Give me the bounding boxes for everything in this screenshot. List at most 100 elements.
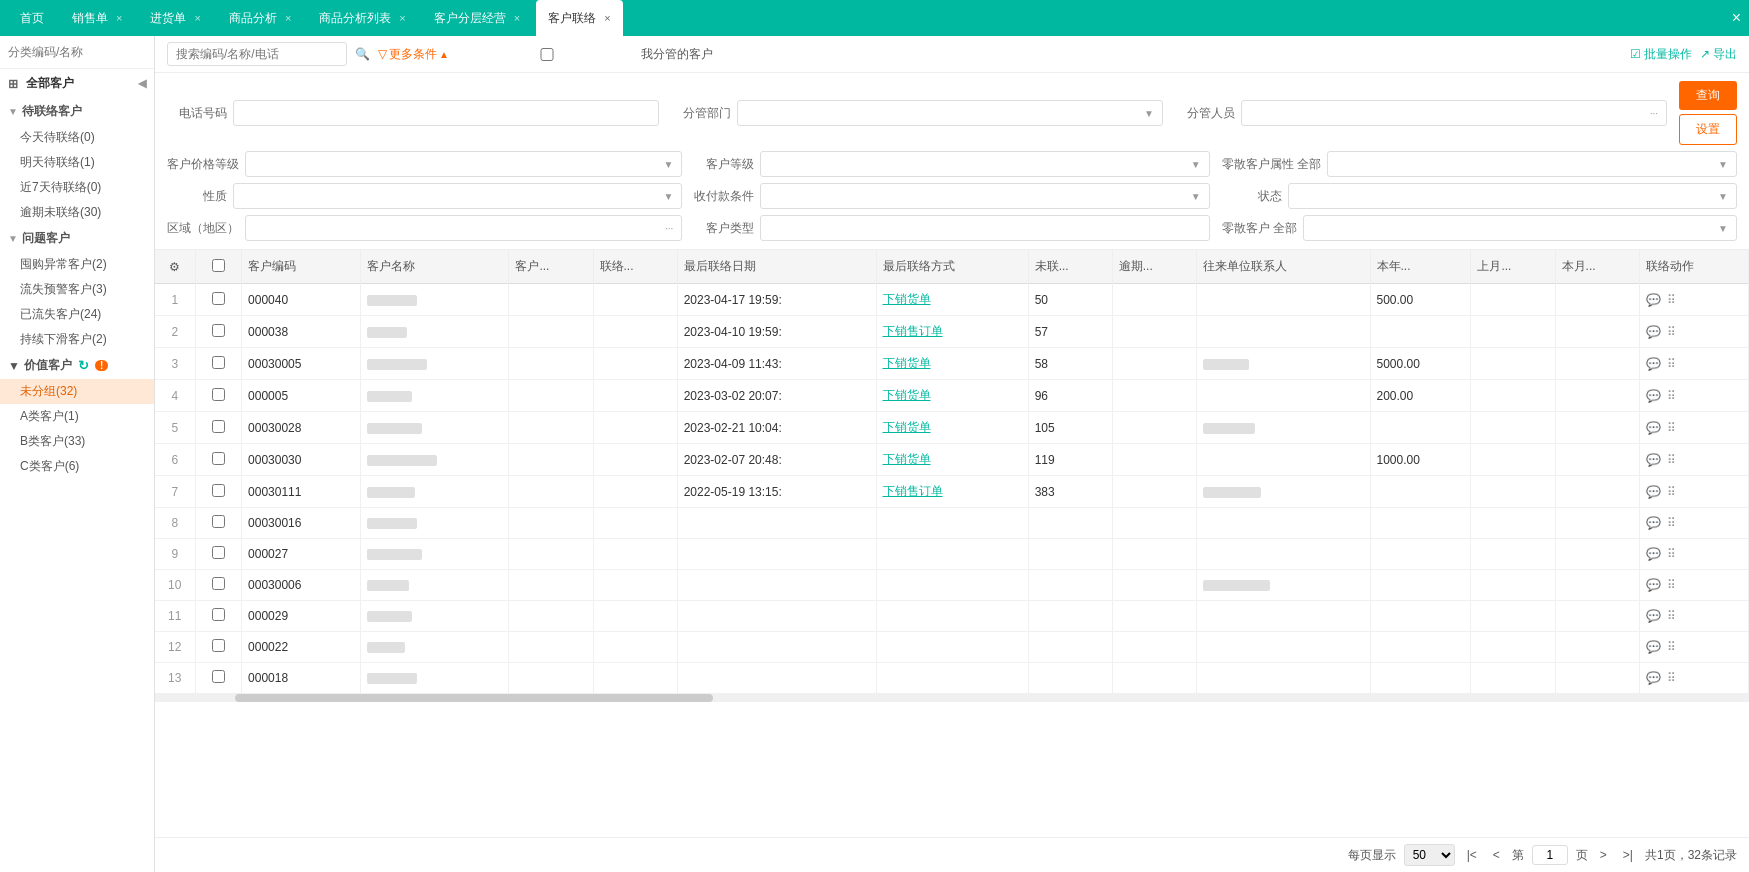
action-more-icon[interactable]: ⠿ — [1667, 293, 1676, 307]
sidebar-item-declining[interactable]: 持续下滑客户(2) — [0, 327, 154, 352]
action-more-icon[interactable]: ⠿ — [1667, 421, 1676, 435]
filter-search-icon[interactable]: 🔍 — [355, 47, 370, 61]
sidebar-group-problem[interactable]: ▼ 问题客户 — [0, 225, 154, 252]
row-checkbox[interactable] — [212, 292, 225, 305]
action-more-icon[interactable]: ⠿ — [1667, 485, 1676, 499]
filter-status-select[interactable]: ▼ — [1288, 183, 1737, 209]
tab-sales[interactable]: 销售单 × — [60, 0, 134, 36]
row-checkbox[interactable] — [212, 515, 225, 528]
action-chat-icon[interactable]: 💬 — [1646, 671, 1661, 685]
page-next[interactable]: > — [1596, 846, 1611, 864]
action-more-icon[interactable]: ⠿ — [1667, 357, 1676, 371]
row-checkbox[interactable] — [212, 484, 225, 497]
action-chat-icon[interactable]: 💬 — [1646, 609, 1661, 623]
close-tab-customer-tier[interactable]: × — [514, 12, 520, 24]
sidebar-item-churn-warning[interactable]: 流失预警客户(3) — [0, 277, 154, 302]
row-checkbox[interactable] — [212, 639, 225, 652]
export-btn[interactable]: ↗ 导出 — [1700, 46, 1737, 63]
page-size-select[interactable]: 50 100 200 — [1404, 844, 1455, 866]
sidebar-item-class-c[interactable]: C类客户(6) — [0, 454, 154, 479]
filter-payment-select[interactable]: ▼ — [760, 183, 1209, 209]
select-all-col[interactable] — [195, 250, 242, 284]
row-checkbox[interactable] — [212, 546, 225, 559]
sidebar-all-customers[interactable]: ⊞ 全部客户 ◀ — [0, 69, 154, 98]
filter-retail-customer-select[interactable]: ▼ — [1303, 215, 1737, 241]
filter-retail-attr-select[interactable]: ▼ — [1327, 151, 1737, 177]
close-tab-product-analysis-list[interactable]: × — [399, 12, 405, 24]
sidebar-item-churned[interactable]: 已流失客户(24) — [0, 302, 154, 327]
reset-button[interactable]: 设置 — [1679, 114, 1737, 145]
action-more-icon[interactable]: ⠿ — [1667, 516, 1676, 530]
row-checkbox[interactable] — [212, 452, 225, 465]
close-tab-customer-contact[interactable]: × — [604, 12, 610, 24]
refresh-icon[interactable]: ↻ — [78, 358, 89, 373]
action-more-icon[interactable]: ⠿ — [1667, 453, 1676, 467]
sidebar-item-class-a[interactable]: A类客户(1) — [0, 404, 154, 429]
query-button[interactable]: 查询 — [1679, 81, 1737, 110]
action-chat-icon[interactable]: 💬 — [1646, 516, 1661, 530]
tab-product-analysis[interactable]: 商品分析 × — [217, 0, 303, 36]
tab-customer-tier[interactable]: 客户分层经营 × — [422, 0, 532, 36]
action-more-icon[interactable]: ⠿ — [1667, 578, 1676, 592]
row-checkbox[interactable] — [212, 670, 225, 683]
settings-col[interactable]: ⚙ — [155, 250, 195, 284]
horizontal-scrollbar[interactable] — [155, 694, 1749, 702]
close-tab-product-analysis[interactable]: × — [285, 12, 291, 24]
action-more-icon[interactable]: ⠿ — [1667, 671, 1676, 685]
my-customers-checkbox-label[interactable]: 我分管的客户 — [457, 46, 713, 63]
sidebar-search-input[interactable] — [8, 45, 155, 59]
action-chat-icon[interactable]: 💬 — [1646, 578, 1661, 592]
action-chat-icon[interactable]: 💬 — [1646, 357, 1661, 371]
filter-person-select[interactable]: ··· — [1241, 100, 1667, 126]
tab-product-analysis-list[interactable]: 商品分析列表 × — [307, 0, 417, 36]
page-input[interactable] — [1532, 845, 1568, 865]
batch-op-btn[interactable]: ☑ 批量操作 — [1630, 46, 1692, 63]
select-all-checkbox[interactable] — [212, 259, 225, 272]
row-checkbox[interactable] — [212, 577, 225, 590]
row-checkbox[interactable] — [212, 420, 225, 433]
row-checkbox[interactable] — [212, 356, 225, 369]
filter-dept-select[interactable]: ▼ — [737, 100, 1163, 126]
action-chat-icon[interactable]: 💬 — [1646, 453, 1661, 467]
sidebar-item-class-b[interactable]: B类客户(33) — [0, 429, 154, 454]
action-chat-icon[interactable]: 💬 — [1646, 640, 1661, 654]
sidebar-item-ungrouped[interactable]: 未分组(32) — [0, 379, 154, 404]
more-conditions-btn[interactable]: ▽ 更多条件 ▲ — [378, 46, 449, 63]
row-checkbox[interactable] — [212, 608, 225, 621]
my-customers-checkbox[interactable] — [457, 48, 637, 61]
action-chat-icon[interactable]: 💬 — [1646, 389, 1661, 403]
tab-home[interactable]: 首页 — [8, 0, 56, 36]
collapse-sidebar-icon[interactable]: ◀ — [138, 77, 146, 90]
sidebar-item-overdue[interactable]: 逾期未联络(30) — [0, 200, 154, 225]
close-all-icon[interactable]: × — [1732, 9, 1741, 27]
filter-region-input[interactable]: ··· — [245, 215, 682, 241]
action-more-icon[interactable]: ⠿ — [1667, 640, 1676, 654]
filter-nature-select[interactable]: ▼ — [233, 183, 682, 209]
action-more-icon[interactable]: ⠿ — [1667, 389, 1676, 403]
filter-price-level-select[interactable]: ▼ — [245, 151, 682, 177]
action-more-icon[interactable]: ⠿ — [1667, 325, 1676, 339]
row-checkbox[interactable] — [212, 388, 225, 401]
search-input[interactable] — [167, 42, 347, 66]
filter-customer-type-input[interactable] — [760, 215, 1209, 241]
close-tab-sales[interactable]: × — [116, 12, 122, 24]
page-prev[interactable]: < — [1489, 846, 1504, 864]
filter-phone-input[interactable] — [233, 100, 659, 126]
action-chat-icon[interactable]: 💬 — [1646, 293, 1661, 307]
action-chat-icon[interactable]: 💬 — [1646, 547, 1661, 561]
row-checkbox[interactable] — [212, 324, 225, 337]
filter-customer-level-select[interactable]: ▼ — [760, 151, 1209, 177]
sidebar-item-tomorrow[interactable]: 明天待联络(1) — [0, 150, 154, 175]
tab-purchase[interactable]: 进货单 × — [138, 0, 212, 36]
action-more-icon[interactable]: ⠿ — [1667, 609, 1676, 623]
sidebar-item-7days[interactable]: 近7天待联络(0) — [0, 175, 154, 200]
page-next-end[interactable]: >| — [1619, 846, 1637, 864]
page-prev-start[interactable]: |< — [1463, 846, 1481, 864]
sidebar-group-value[interactable]: ▼ 价值客户 ↻ ! — [0, 352, 154, 379]
sidebar-item-today[interactable]: 今天待联络(0) — [0, 125, 154, 150]
close-tab-purchase[interactable]: × — [194, 12, 200, 24]
sidebar-group-pending[interactable]: ▼ 待联络客户 — [0, 98, 154, 125]
tab-customer-contact[interactable]: 客户联络 × — [536, 0, 622, 36]
action-more-icon[interactable]: ⠿ — [1667, 547, 1676, 561]
action-chat-icon[interactable]: 💬 — [1646, 421, 1661, 435]
